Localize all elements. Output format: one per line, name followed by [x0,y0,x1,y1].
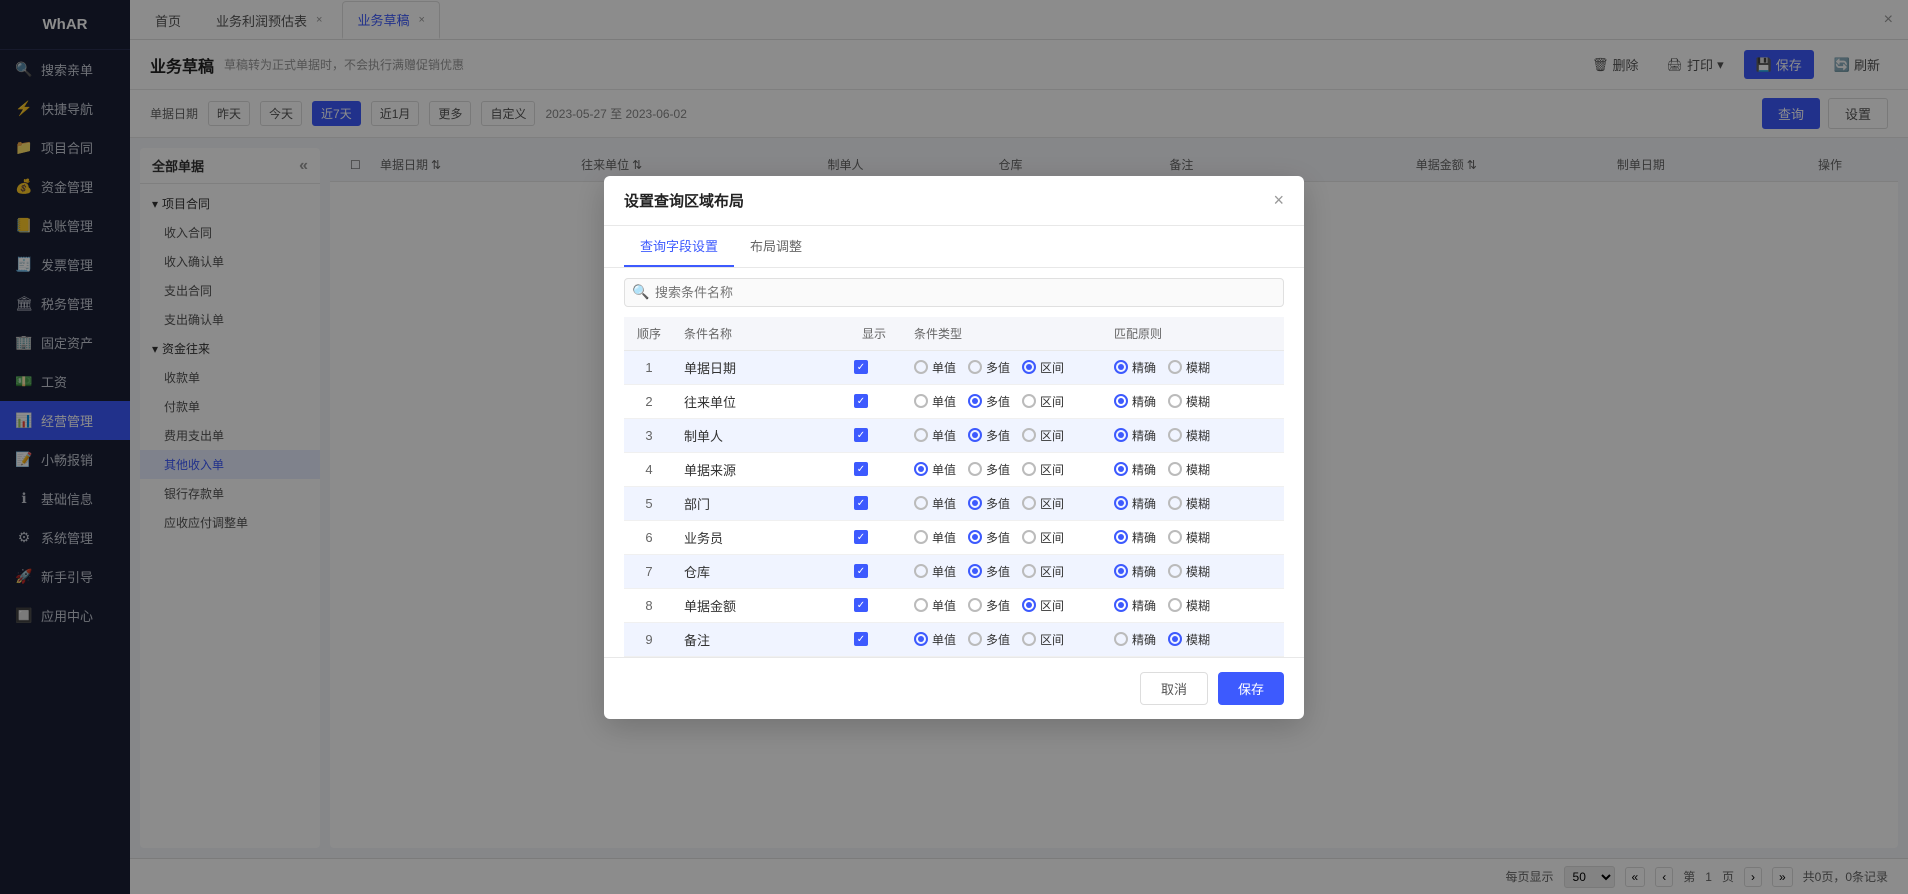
table-row: 2 往来单位 ✓ 单值 多值 区间 精确 模糊 [624,385,1284,419]
match-fuzzy[interactable]: 模糊 [1168,427,1210,444]
type-single[interactable]: 单值 [914,495,956,512]
modal-tab-layout[interactable]: 布局调整 [734,226,818,267]
display-checkbox[interactable]: ✓ [854,394,868,408]
th-type: 条件类型 [904,317,1104,350]
match-exact[interactable]: 精确 [1114,359,1156,376]
match-fuzzy[interactable]: 模糊 [1168,597,1210,614]
match-fuzzy[interactable]: 模糊 [1168,359,1210,376]
modal-search-input[interactable] [624,278,1284,307]
radio-circle3 [1168,360,1182,374]
type-range[interactable]: 区间 [1022,393,1064,410]
table-row: 7 仓库 ✓ 单值 多值 区间 精确 模糊 [624,555,1284,589]
modal-tab-fields[interactable]: 查询字段设置 [624,226,734,267]
search-wrap: 🔍 [624,278,1284,307]
type-range[interactable]: 区间 [1022,359,1064,376]
modal-close-button[interactable]: × [1273,191,1284,209]
display-checkbox[interactable]: ✓ [854,496,868,510]
type-multi[interactable]: 多值 [968,495,1010,512]
display-checkbox[interactable]: ✓ [854,564,868,578]
match-exact[interactable]: 精确 [1114,529,1156,546]
display-checkbox[interactable]: ✓ [854,428,868,442]
match-exact[interactable]: 精确 [1114,393,1156,410]
type-range[interactable]: 区间 [1022,461,1064,478]
match-exact[interactable]: 精确 [1114,461,1156,478]
row-name: 单据日期 [674,351,844,384]
modal-search-area: 🔍 [604,268,1304,317]
type-multi[interactable]: 多值 [968,359,1010,376]
match-fuzzy[interactable]: 模糊 [1168,631,1210,648]
type-single[interactable]: 单值 [914,427,956,444]
type-multi[interactable]: 多值 [968,631,1010,648]
type-single[interactable]: 单值 [914,529,956,546]
match-exact[interactable]: 精确 [1114,631,1156,648]
th-display: 显示 [844,317,904,350]
match-fuzzy[interactable]: 模糊 [1168,529,1210,546]
radio-circle-checked2 [1114,360,1128,374]
radio-circle [914,360,928,374]
display-checkbox[interactable]: ✓ [854,530,868,544]
modal-footer: 取消 保存 [604,657,1304,719]
match-fuzzy[interactable]: 模糊 [1168,563,1210,580]
table-row: 6 业务员 ✓ 单值 多值 区间 精确 模糊 [624,521,1284,555]
match-exact[interactable]: 精确 [1114,427,1156,444]
type-single[interactable]: 单值 [914,461,956,478]
table-row: 5 部门 ✓ 单值 多值 区间 精确 模糊 [624,487,1284,521]
display-checkbox[interactable]: ✓ [854,360,868,374]
display-checkbox[interactable]: ✓ [854,462,868,476]
type-single[interactable]: 单值 [914,631,956,648]
type-multi[interactable]: 多值 [968,529,1010,546]
type-range[interactable]: 区间 [1022,597,1064,614]
type-range[interactable]: 区间 [1022,495,1064,512]
type-single[interactable]: 单值 [914,597,956,614]
type-single[interactable]: 单值 [914,563,956,580]
modal-table: 顺序 条件名称 显示 条件类型 匹配原则 1 单据日期 ✓ 单值 多值 [604,317,1304,657]
match-exact[interactable]: 精确 [1114,495,1156,512]
th-match: 匹配原则 [1104,317,1284,350]
display-checkbox[interactable]: ✓ [854,598,868,612]
modal-dialog: 设置查询区域布局 × 查询字段设置 布局调整 🔍 顺序 [604,176,1304,719]
type-multi[interactable]: 多值 [968,461,1010,478]
modal-search-icon: 🔍 [632,284,649,301]
row-type: 单值 多值 区间 [904,352,1104,383]
type-multi[interactable]: 多值 [968,563,1010,580]
match-fuzzy[interactable]: 模糊 [1168,461,1210,478]
radio-circle [968,360,982,374]
radio-circle-checked [1022,360,1036,374]
type-single[interactable]: 单值 [914,359,956,376]
type-range[interactable]: 区间 [1022,631,1064,648]
match-exact[interactable]: 精确 [1114,563,1156,580]
modal-body: 查询字段设置 布局调整 🔍 顺序 条件名称 显示 条件类型 匹配原则 [604,226,1304,657]
match-fuzzy[interactable]: 模糊 [1168,393,1210,410]
match-exact[interactable]: 精确 [1114,597,1156,614]
table-row: 9 备注 ✓ 单值 多值 区间 精确 模糊 [624,623,1284,657]
row-order: 1 [624,353,674,382]
table-row: 4 单据来源 ✓ 单值 多值 区间 精确 模糊 [624,453,1284,487]
display-checkbox[interactable]: ✓ [854,632,868,646]
type-range[interactable]: 区间 [1022,427,1064,444]
th-name: 条件名称 [674,317,844,350]
type-single[interactable]: 单值 [914,393,956,410]
cancel-button[interactable]: 取消 [1140,672,1208,705]
modal-overlay[interactable]: 设置查询区域布局 × 查询字段设置 布局调整 🔍 顺序 [0,0,1908,894]
match-fuzzy[interactable]: 模糊 [1168,495,1210,512]
modal-table-header: 顺序 条件名称 显示 条件类型 匹配原则 [624,317,1284,351]
table-row: 1 单据日期 ✓ 单值 多值 区间 精确 模糊 [624,351,1284,385]
modal-title: 设置查询区域布局 [624,190,744,211]
row-match: 精确 模糊 [1104,352,1284,383]
modal-tabs: 查询字段设置 布局调整 [604,226,1304,268]
save-button[interactable]: 保存 [1218,672,1284,705]
th-order: 顺序 [624,317,674,350]
modal-header: 设置查询区域布局 × [604,176,1304,226]
type-multi[interactable]: 多值 [968,427,1010,444]
row-display[interactable]: ✓ [844,353,904,381]
table-row: 8 单据金额 ✓ 单值 多值 区间 精确 模糊 [624,589,1284,623]
type-multi[interactable]: 多值 [968,393,1010,410]
type-multi[interactable]: 多值 [968,597,1010,614]
table-row: 3 制单人 ✓ 单值 多值 区间 精确 模糊 [624,419,1284,453]
type-range[interactable]: 区间 [1022,563,1064,580]
type-range[interactable]: 区间 [1022,529,1064,546]
